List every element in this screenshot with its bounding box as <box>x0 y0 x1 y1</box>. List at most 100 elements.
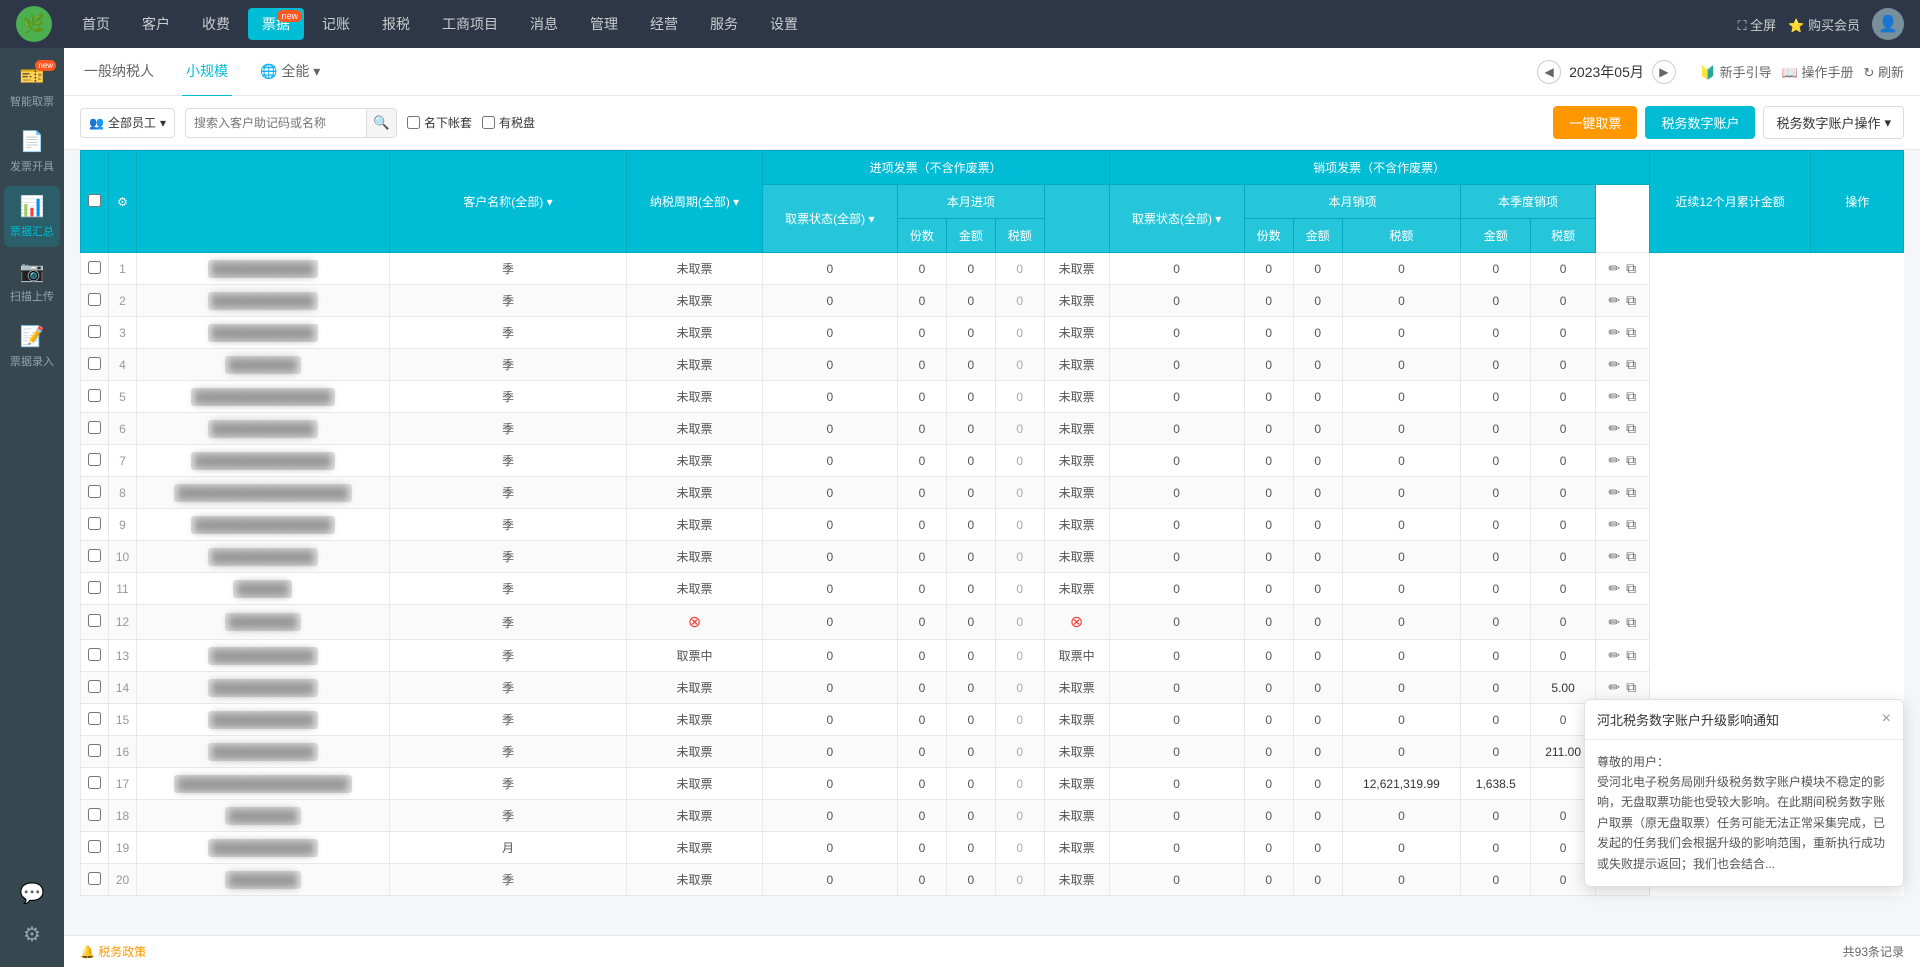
has-tax-disk-checkbox[interactable]: 有税盘 <box>482 114 535 131</box>
row-checkbox[interactable] <box>88 581 101 594</box>
member-btn[interactable]: ⭐ 购买会员 <box>1788 15 1860 34</box>
edit-icon[interactable]: ✏ <box>1608 580 1620 597</box>
tab-all-capable[interactable]: 🌐 全能 ▾ <box>256 48 324 97</box>
sidebar-item-settings[interactable]: ⚙ <box>4 914 60 955</box>
copy-icon[interactable]: ⧉ <box>1626 580 1636 597</box>
popup-close-btn[interactable]: × <box>1882 710 1891 728</box>
tab-general-taxpayer[interactable]: 一般纳税人 <box>80 48 158 97</box>
col-in-tax-header: 税额 <box>995 219 1044 253</box>
row-checkbox[interactable] <box>88 648 101 661</box>
row-quarter-amount-cell: 0 <box>1342 736 1461 768</box>
tax-policy-link[interactable]: 🔔 税务政策 <box>80 943 146 960</box>
nav-business[interactable]: 工商项目 <box>428 8 512 40</box>
row-checkbox[interactable] <box>88 325 101 338</box>
copy-icon[interactable]: ⧉ <box>1626 679 1636 696</box>
copy-icon[interactable]: ⧉ <box>1626 484 1636 501</box>
edit-icon[interactable]: ✏ <box>1608 548 1620 565</box>
edit-icon[interactable]: ✏ <box>1608 452 1620 469</box>
row-checkbox[interactable] <box>88 357 101 370</box>
new-guide-btn[interactable]: 🔰 新手引导 <box>1700 62 1772 81</box>
nav-home[interactable]: 首页 <box>68 8 124 40</box>
nav-operation[interactable]: 经营 <box>636 8 692 40</box>
row-checkbox[interactable] <box>88 261 101 274</box>
next-month-btn[interactable]: ▶ <box>1652 60 1676 84</box>
row-checkbox[interactable] <box>88 517 101 530</box>
nav-invoice[interactable]: 票据 new <box>248 8 304 40</box>
copy-icon[interactable]: ⧉ <box>1626 614 1636 631</box>
edit-icon[interactable]: ✏ <box>1608 647 1620 664</box>
row-checkbox[interactable] <box>88 776 101 789</box>
tax-digital-account-btn[interactable]: 税务数字账户 <box>1645 106 1755 139</box>
sidebar-item-entry[interactable]: 📝 票据录入 <box>4 316 60 377</box>
employee-filter-icon: 👥 <box>89 116 104 130</box>
edit-icon[interactable]: ✏ <box>1608 324 1620 341</box>
nav-manage[interactable]: 管理 <box>576 8 632 40</box>
copy-icon[interactable]: ⧉ <box>1626 420 1636 437</box>
one-key-ticket-btn[interactable]: 一键取票 <box>1553 106 1637 139</box>
sidebar-item-smart-ticket[interactable]: new 🎫 智能取票 <box>4 56 60 117</box>
tab-small-scale[interactable]: 小规模 <box>182 48 232 97</box>
prev-month-btn[interactable]: ◀ <box>1537 60 1561 84</box>
copy-icon[interactable]: ⧉ <box>1626 260 1636 277</box>
sidebar-item-summary[interactable]: 📊 票据汇总 <box>4 186 60 247</box>
refresh-btn[interactable]: ↻ 刷新 <box>1863 62 1904 81</box>
search-btn[interactable]: 🔍 <box>366 108 396 138</box>
copy-icon[interactable]: ⧉ <box>1626 548 1636 565</box>
nav-settings[interactable]: 设置 <box>756 8 812 40</box>
manual-btn[interactable]: 📖 操作手册 <box>1782 62 1854 81</box>
edit-icon[interactable]: ✏ <box>1608 420 1620 437</box>
row-index-cell: 12 <box>109 605 137 640</box>
sidebar-item-scan[interactable]: 📷 扫描上传 <box>4 251 60 312</box>
row-checkbox[interactable] <box>88 421 101 434</box>
nav-customer[interactable]: 客户 <box>128 8 184 40</box>
row-out-tax-cell: 0 <box>1293 573 1342 605</box>
edit-icon[interactable]: ✏ <box>1608 292 1620 309</box>
out-status-text: 未取票 <box>1059 262 1095 276</box>
row-checkbox[interactable] <box>88 712 101 725</box>
edit-icon[interactable]: ✏ <box>1608 614 1620 631</box>
row-checkbox[interactable] <box>88 485 101 498</box>
row-checkbox[interactable] <box>88 293 101 306</box>
edit-icon[interactable]: ✏ <box>1608 260 1620 277</box>
row-checkbox[interactable] <box>88 808 101 821</box>
edit-icon[interactable]: ✏ <box>1608 679 1620 696</box>
nav-service[interactable]: 服务 <box>696 8 752 40</box>
row-checkbox[interactable] <box>88 614 101 627</box>
row-quarter-tax-cell: 0 <box>1461 672 1531 704</box>
row-checkbox[interactable] <box>88 680 101 693</box>
row-in-amount-cell: 0 <box>897 640 946 672</box>
row-checkbox[interactable] <box>88 549 101 562</box>
fullscreen-btn[interactable]: ⛶ 全屏 <box>1737 15 1776 34</box>
edit-icon[interactable]: ✏ <box>1608 484 1620 501</box>
edit-icon[interactable]: ✏ <box>1608 356 1620 373</box>
user-avatar[interactable]: 👤 <box>1872 8 1904 40</box>
row-checkbox[interactable] <box>88 389 101 402</box>
copy-icon[interactable]: ⧉ <box>1626 388 1636 405</box>
copy-icon[interactable]: ⧉ <box>1626 647 1636 664</box>
copy-icon[interactable]: ⧉ <box>1626 452 1636 469</box>
row-checkbox[interactable] <box>88 872 101 885</box>
select-all-checkbox[interactable] <box>88 194 101 207</box>
sidebar-item-chat[interactable]: 💬 <box>4 873 60 914</box>
copy-icon[interactable]: ⧉ <box>1626 356 1636 373</box>
row-checkbox[interactable] <box>88 840 101 853</box>
under-account-checkbox[interactable]: 名下帐套 <box>407 114 472 131</box>
nav-bookkeeping[interactable]: 记账 <box>308 8 364 40</box>
row-checkbox[interactable] <box>88 453 101 466</box>
copy-icon[interactable]: ⧉ <box>1626 516 1636 533</box>
in-status-text: 取票中 <box>677 649 713 663</box>
search-input[interactable] <box>186 112 366 134</box>
sidebar-item-open-invoice[interactable]: 📄 发票开具 <box>4 121 60 182</box>
nav-billing[interactable]: 收费 <box>188 8 244 40</box>
under-account-checkbox-input[interactable] <box>407 116 420 129</box>
copy-icon[interactable]: ⧉ <box>1626 292 1636 309</box>
employee-filter[interactable]: 👥 全部员工 ▾ <box>80 108 175 138</box>
tax-digital-account-op-btn[interactable]: 税务数字账户操作 ▾ <box>1763 106 1904 139</box>
edit-icon[interactable]: ✏ <box>1608 388 1620 405</box>
copy-icon[interactable]: ⧉ <box>1626 324 1636 341</box>
has-tax-disk-checkbox-input[interactable] <box>482 116 495 129</box>
nav-message[interactable]: 消息 <box>516 8 572 40</box>
nav-tax[interactable]: 报税 <box>368 8 424 40</box>
edit-icon[interactable]: ✏ <box>1608 516 1620 533</box>
row-checkbox[interactable] <box>88 744 101 757</box>
